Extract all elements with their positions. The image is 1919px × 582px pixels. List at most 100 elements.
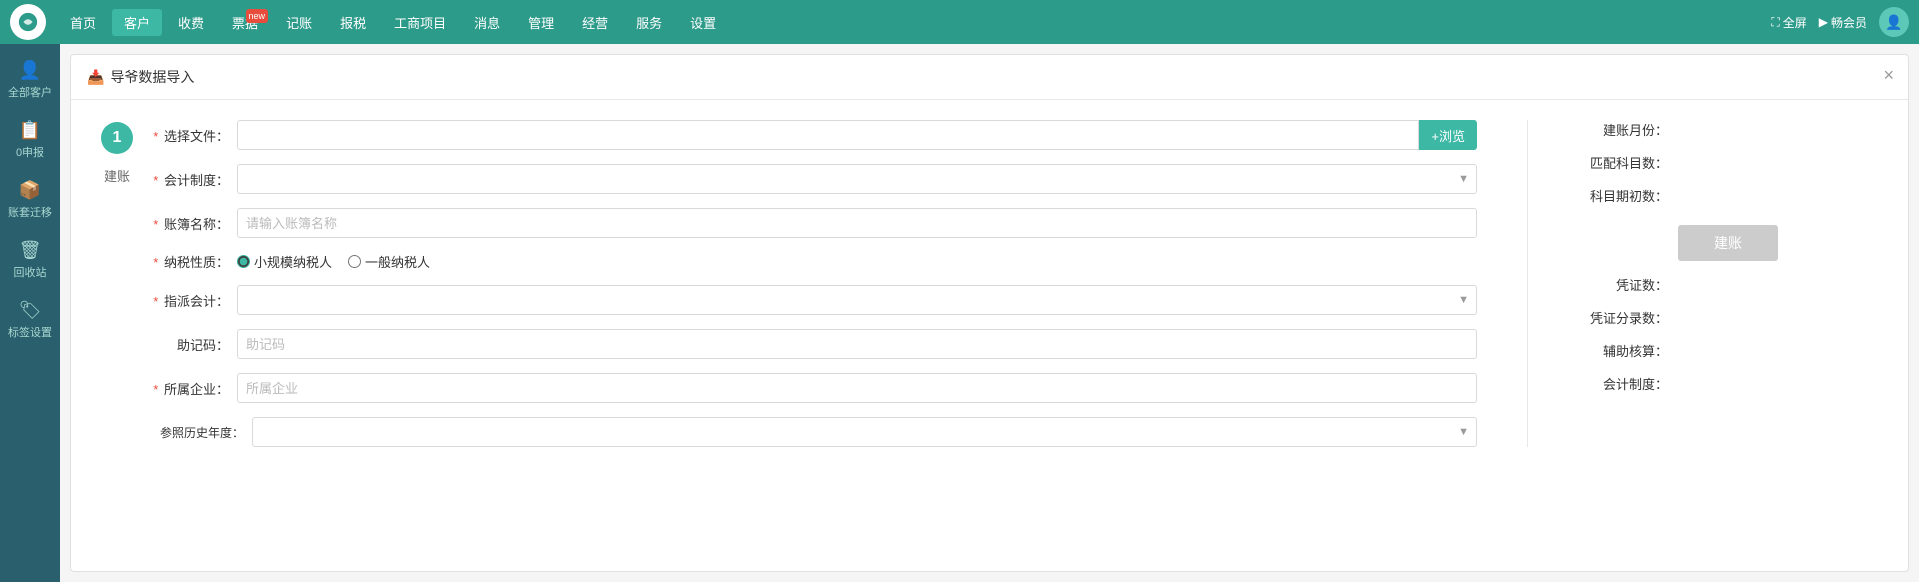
- build-month-label: 建账月份：: [1578, 120, 1668, 139]
- owner-company-label: * 所属企业：: [149, 379, 229, 398]
- required-star: *: [153, 129, 158, 144]
- owner-company-input[interactable]: [237, 373, 1477, 403]
- step-indicator: 1 建账: [101, 120, 133, 447]
- play-icon: ▶: [1819, 15, 1828, 29]
- avatar[interactable]: 👤: [1879, 7, 1909, 37]
- step-badge: 1: [101, 122, 133, 154]
- ledger-name-label: * 账簿名称：: [149, 214, 229, 233]
- sidebar-item-recycle[interactable]: 🗑 回收站: [0, 232, 60, 288]
- main-layout: 👤 全部客户 📋 0申报 📦 账套迁移 🗑 回收站 🏷 标签设置 📥 导爷数据导…: [0, 44, 1919, 582]
- nav-item-bookkeeping[interactable]: 记账: [274, 9, 324, 36]
- tags-icon: 🏷: [19, 300, 42, 321]
- memo-code-row: 助记码：: [149, 329, 1477, 359]
- accounting-system-select[interactable]: [237, 164, 1477, 194]
- nav-item-operation[interactable]: 经营: [570, 9, 620, 36]
- nav-item-settings[interactable]: 设置: [678, 9, 728, 36]
- dialog-body: 1 建账 * 选择文件：: [71, 100, 1908, 467]
- assign-accountant-row: * 指派会计： ▼: [149, 285, 1477, 315]
- aux-accounting-label: 辅助核算：: [1578, 341, 1668, 360]
- new-badge: new: [246, 9, 269, 23]
- required-star3: *: [153, 217, 158, 232]
- build-month-row: 建账月份：: [1578, 120, 1878, 139]
- dialog-area: 📥 导爷数据导入 × 1 建账: [70, 54, 1909, 572]
- assign-accountant-label: * 指派会计：: [149, 291, 229, 310]
- nav-item-tax[interactable]: 报税: [328, 9, 378, 36]
- file-input[interactable]: [237, 120, 1419, 150]
- all-clients-icon: 👤: [19, 60, 41, 81]
- sidebar: 👤 全部客户 📋 0申报 📦 账套迁移 🗑 回收站 🏷 标签设置: [0, 44, 60, 582]
- right-accounting-system-row: 会计制度：: [1578, 374, 1878, 393]
- tax-type-label: * 纳税性质：: [149, 252, 229, 271]
- top-nav: 首页 客户 收费 票据 new 记账 报税 工商项目 消息 管理 经营 服务 设…: [0, 0, 1919, 44]
- assign-accountant-select-wrap: ▼: [237, 285, 1477, 315]
- memo-code-input[interactable]: [237, 329, 1477, 359]
- sidebar-item-migration[interactable]: 📦 账套迁移: [0, 172, 60, 228]
- recycle-icon: 🗑: [19, 240, 42, 261]
- app-logo[interactable]: [10, 4, 46, 40]
- memo-code-label: 助记码：: [149, 335, 229, 354]
- nav-item-service[interactable]: 服务: [624, 9, 674, 36]
- tax-type-general[interactable]: 一般纳税人: [348, 252, 430, 271]
- voucher-entries-row: 凭证分录数：: [1578, 308, 1878, 327]
- reference-year-select[interactable]: [252, 417, 1477, 447]
- required-star5: *: [153, 294, 158, 309]
- nav-item-invoice[interactable]: 票据 new: [220, 9, 270, 36]
- fullscreen-btn[interactable]: ⛶ 全屏: [1771, 14, 1806, 31]
- tax-type-small-scale[interactable]: 小规模纳税人: [237, 252, 332, 271]
- file-label: * 选择文件：: [149, 126, 229, 145]
- declaration-icon: 📋: [19, 120, 41, 141]
- required-star6: *: [153, 382, 158, 397]
- nav-item-home[interactable]: 首页: [58, 9, 108, 36]
- right-form: 建账月份： 匹配科目数： 科目期初数： 建账: [1578, 120, 1878, 447]
- required-star4: *: [153, 255, 158, 270]
- nav-item-fees[interactable]: 收费: [166, 9, 216, 36]
- nav-item-management[interactable]: 管理: [516, 9, 566, 36]
- file-input-wrap: +浏览: [237, 120, 1477, 150]
- initial-subject-label: 科目期初数：: [1578, 186, 1668, 205]
- initial-subject-row: 科目期初数：: [1578, 186, 1878, 205]
- form-section: 1 建账 * 选择文件：: [101, 120, 1878, 447]
- nav-item-client[interactable]: 客户: [112, 9, 162, 36]
- sidebar-item-tags[interactable]: 🏷 标签设置: [0, 292, 60, 348]
- voucher-entries-label: 凭证分录数：: [1578, 308, 1668, 327]
- dialog-header: 📥 导爷数据导入: [71, 55, 1908, 100]
- right-accounting-system-label: 会计制度：: [1578, 374, 1668, 393]
- import-icon: 📥: [87, 69, 104, 86]
- dialog-title: 导爷数据导入: [110, 67, 194, 87]
- reference-year-row: 参照历史年度： ▼: [149, 417, 1477, 447]
- tax-type-row: * 纳税性质： 小规模纳税人: [149, 252, 1477, 271]
- owner-company-row: * 所属企业：: [149, 373, 1477, 403]
- file-row: * 选择文件： +浏览: [149, 120, 1477, 150]
- browse-button[interactable]: +浏览: [1419, 120, 1477, 150]
- match-subject-label: 匹配科目数：: [1578, 153, 1668, 172]
- sidebar-item-all-clients[interactable]: 👤 全部客户: [0, 52, 60, 108]
- sidebar-item-declaration[interactable]: 📋 0申报: [0, 112, 60, 168]
- form-rows: * 选择文件： +浏览 *: [149, 120, 1477, 447]
- ledger-name-row: * 账簿名称：: [149, 208, 1477, 238]
- left-section: 1 建账 * 选择文件：: [101, 120, 1477, 447]
- match-subject-row: 匹配科目数：: [1578, 153, 1878, 172]
- voucher-count-row: 凭证数：: [1578, 275, 1878, 294]
- accounting-system-row: * 会计制度： ▼: [149, 164, 1477, 194]
- voucher-count-label: 凭证数：: [1578, 275, 1668, 294]
- divider: [1527, 120, 1528, 447]
- required-star2: *: [153, 173, 158, 188]
- tax-type-radio-group: 小规模纳税人 一般纳税人: [237, 252, 1477, 271]
- fullscreen-icon: ⛶: [1771, 15, 1779, 30]
- close-button[interactable]: ×: [1883, 65, 1894, 86]
- nav-right: ⛶ 全屏 ▶ 畅会员 👤: [1771, 7, 1909, 37]
- reference-year-select-wrap: ▼: [252, 417, 1477, 447]
- nav-item-business[interactable]: 工商项目: [382, 9, 458, 36]
- build-account-button[interactable]: 建账: [1678, 225, 1778, 261]
- aux-accounting-row: 辅助核算：: [1578, 341, 1878, 360]
- content-area: 📥 导爷数据导入 × 1 建账: [60, 44, 1919, 582]
- step-label: 建账: [104, 166, 130, 185]
- ledger-name-input[interactable]: [237, 208, 1477, 238]
- nav-item-message[interactable]: 消息: [462, 9, 512, 36]
- reference-year-label: 参照历史年度：: [149, 424, 244, 441]
- migration-icon: 📦: [19, 180, 41, 201]
- accounting-system-label: * 会计制度：: [149, 170, 229, 189]
- assign-accountant-select[interactable]: [237, 285, 1477, 315]
- accounting-system-select-wrap: ▼: [237, 164, 1477, 194]
- member-btn[interactable]: ▶ 畅会员: [1819, 14, 1867, 31]
